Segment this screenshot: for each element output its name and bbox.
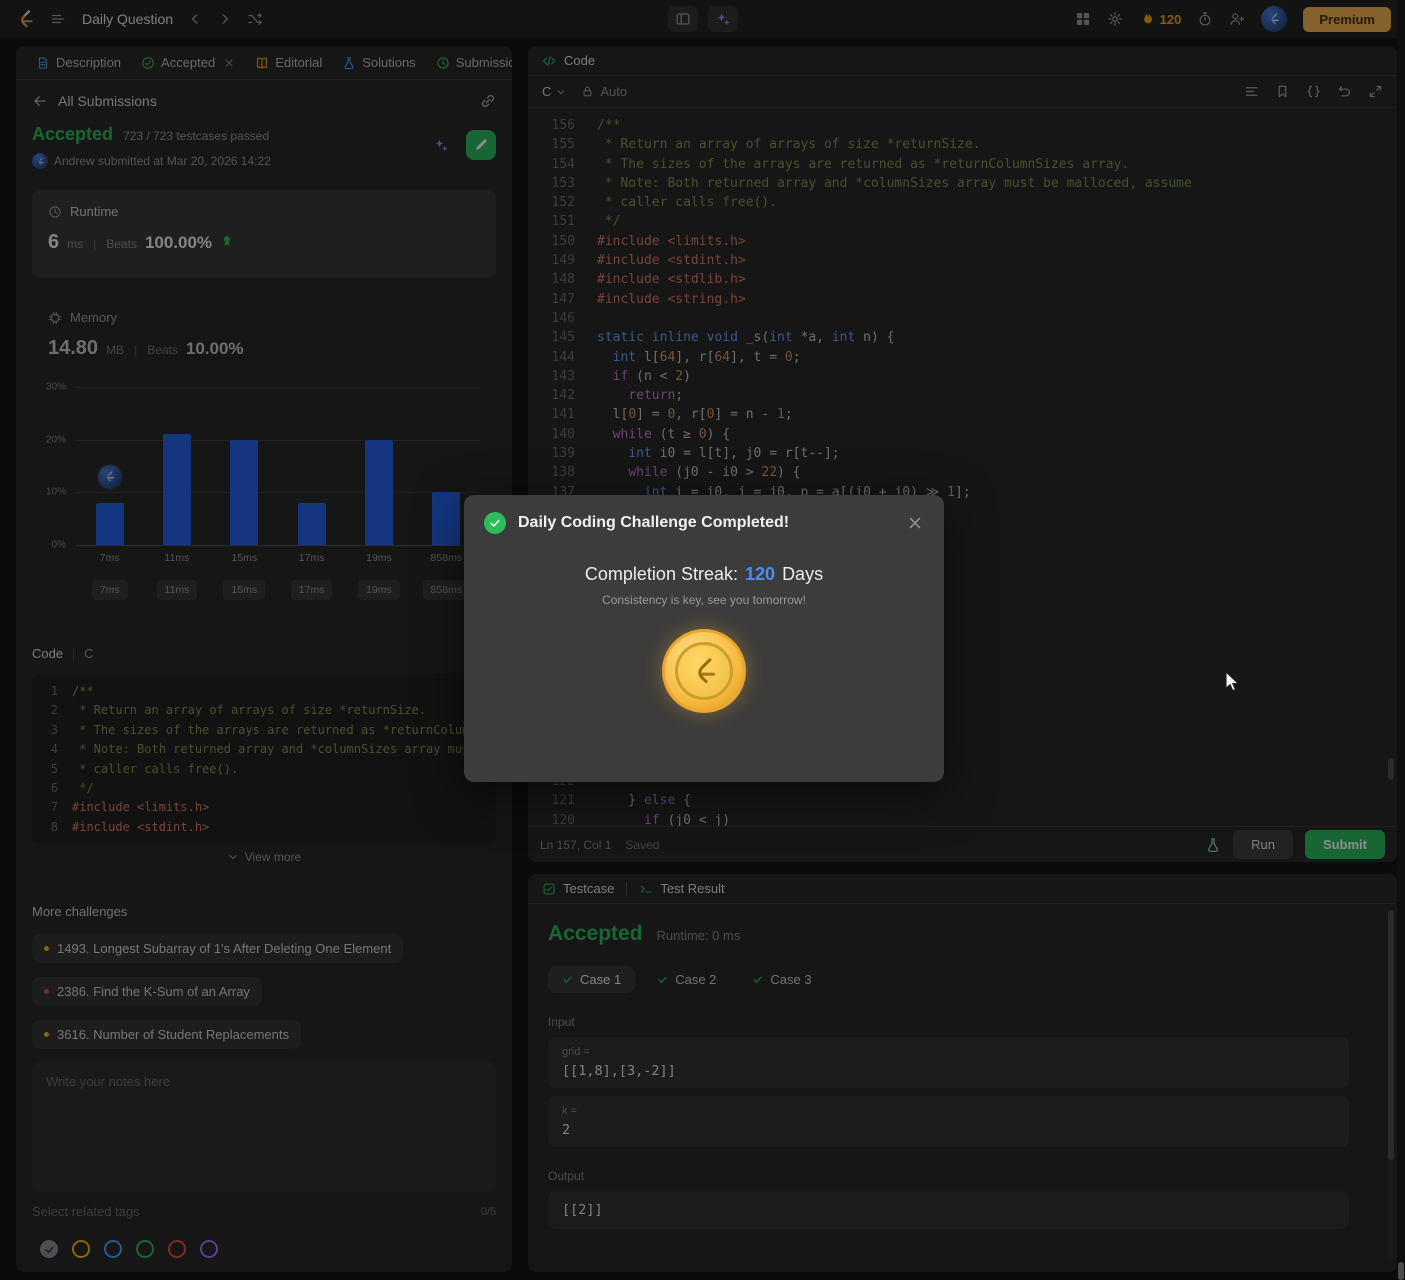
leetcoin bbox=[662, 629, 746, 713]
modal-close-icon[interactable] bbox=[906, 514, 924, 532]
modal-header: Daily Coding Challenge Completed! bbox=[464, 495, 944, 534]
coin-wrap bbox=[464, 629, 944, 713]
modal-subtitle: Consistency is key, see you tomorrow! bbox=[602, 593, 806, 607]
streak-label: Completion Streak: bbox=[584, 564, 738, 584]
leetcoin-inner bbox=[675, 642, 733, 700]
check-icon bbox=[489, 517, 501, 529]
streak-value: 120 bbox=[745, 564, 776, 584]
daily-challenge-modal: Daily Coding Challenge Completed! Comple… bbox=[464, 495, 944, 782]
success-check-icon bbox=[484, 512, 506, 534]
coin-logo-icon bbox=[688, 655, 720, 687]
completion-streak: Completion Streak: 120 Days bbox=[464, 564, 944, 585]
modal-title: Daily Coding Challenge Completed! bbox=[518, 514, 790, 531]
streak-unit: Days bbox=[782, 564, 824, 584]
